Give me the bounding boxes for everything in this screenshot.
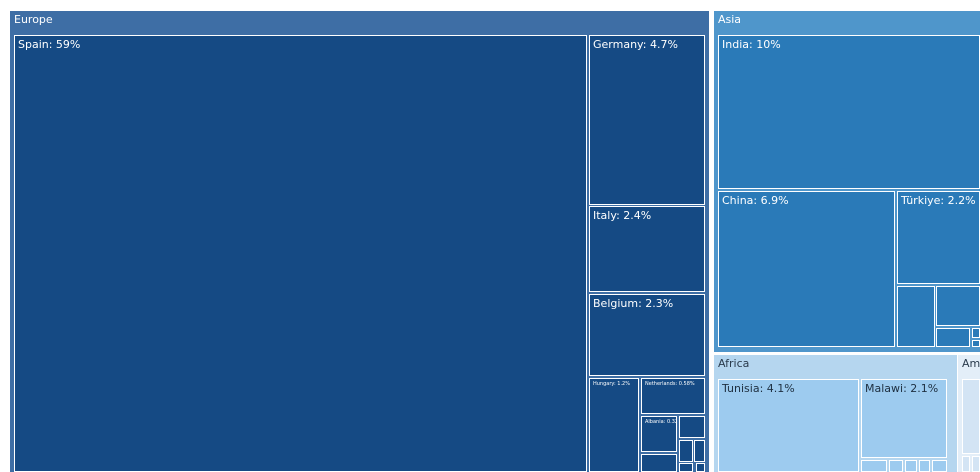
treemap-cell-item-0-12[interactable] <box>696 463 705 472</box>
treemap-cell-item-1-3[interactable] <box>897 286 935 347</box>
cell-label: Germany: 4.7% <box>593 38 678 51</box>
cell-label: Albania: 0.32% <box>645 419 676 425</box>
treemap-cell-austria[interactable] <box>679 416 705 438</box>
treemap-cell-item-1-5[interactable] <box>936 328 970 347</box>
treemap-cell-item-2-5[interactable] <box>919 460 930 472</box>
treemap-cell-item-0-11[interactable] <box>679 463 693 472</box>
treemap-cell-item-3-2[interactable] <box>972 456 980 472</box>
treemap-cell-item-2-3[interactable] <box>889 460 903 472</box>
treemap-cell-spain[interactable]: Spain: 59% <box>14 35 587 472</box>
treemap-cell-italy[interactable]: Italy: 2.4% <box>589 206 705 292</box>
treemap-cell-item-2-6[interactable] <box>932 460 947 472</box>
cell-label: Italy: 2.4% <box>593 209 652 222</box>
treemap-cell-netherlands[interactable]: Netherlands: 0.58% <box>641 378 705 414</box>
treemap-cell-item-1-4[interactable] <box>936 286 980 326</box>
treemap-cell-item-2-2[interactable] <box>861 460 887 472</box>
treemap-cell-item-0-10[interactable] <box>694 440 705 462</box>
cell-label: Netherlands: 0.58% <box>645 381 695 387</box>
cell-label: Malawi: 2.1% <box>865 382 939 395</box>
treemap-cell-item-1-6[interactable] <box>972 328 980 338</box>
treemap-cell-switzerland[interactable] <box>641 454 677 472</box>
treemap-cell-item-2-4[interactable] <box>905 460 917 472</box>
cell-label: Hungary: 1.2% <box>593 381 630 387</box>
treemap-cell-hungary[interactable]: Hungary: 1.2% <box>589 378 639 472</box>
treemap-cell-item-0-9[interactable] <box>679 440 693 462</box>
treemap-cell-malawi[interactable]: Malawi: 2.1% <box>861 379 947 458</box>
treemap-cell-belgium[interactable]: Belgium: 2.3% <box>589 294 705 376</box>
treemap-cell-albania[interactable]: Albania: 0.32% <box>641 416 677 452</box>
group-label: Asia <box>718 13 742 26</box>
cell-label: Tunisia: 4.1% <box>722 382 795 395</box>
group-label: Amer <box>962 357 980 370</box>
treemap-cell-tunisia[interactable]: Tunisia: 4.1% <box>718 379 859 472</box>
treemap-cell-germany[interactable]: Germany: 4.7% <box>589 35 705 205</box>
treemap-cell-t-rkiye[interactable]: Türkiye: 2.2% <box>897 191 980 284</box>
treemap-cell-india[interactable]: India: 10% <box>718 35 980 189</box>
cell-label: Türkiye: 2.2% <box>901 194 976 207</box>
treemap-cell-item-3-0[interactable] <box>962 379 980 454</box>
treemap-cell-item-3-1[interactable] <box>962 456 970 472</box>
treemap-cell-item-1-7[interactable] <box>972 340 980 347</box>
treemap-cell-china[interactable]: China: 6.9% <box>718 191 895 347</box>
cell-label: China: 6.9% <box>722 194 789 207</box>
treemap-chart: Europe Spain: 59% Germany: 4.7% Italy: 2.4%… <box>0 0 980 472</box>
cell-label: Spain: 59% <box>18 38 81 51</box>
cell-label: India: 10% <box>722 38 781 51</box>
cell-label: Belgium: 2.3% <box>593 297 674 310</box>
group-label: Africa <box>718 357 750 370</box>
group-label: Europe <box>14 13 53 26</box>
